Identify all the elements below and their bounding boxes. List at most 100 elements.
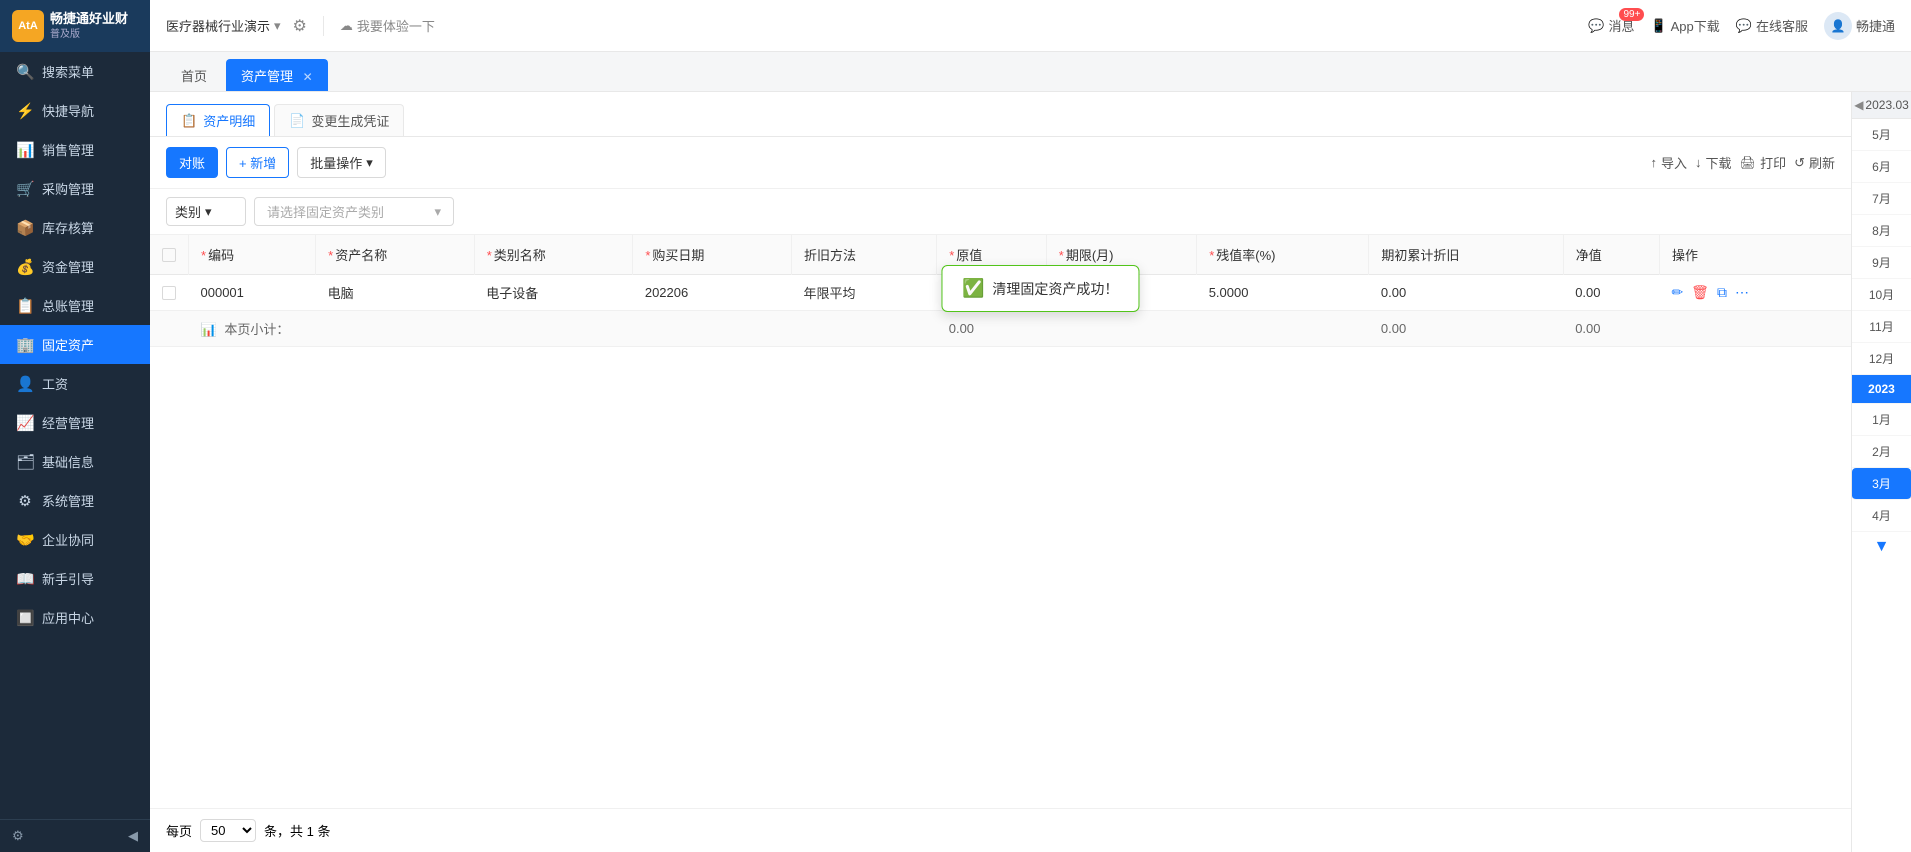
sidebar-item-base-info[interactable]: 🗂 基础信息 (0, 442, 150, 481)
cloud-icon: ☁ (340, 18, 353, 34)
import-button[interactable]: ↑ 导入 (1651, 153, 1688, 172)
user-menu[interactable]: 👤 畅捷通 (1824, 12, 1895, 40)
batch-ops-button[interactable]: 批量操作 ▾ (297, 147, 386, 178)
sidebar-item-inventory[interactable]: 📦 库存核算 (0, 208, 150, 247)
rs-month-6[interactable]: 6月 (1852, 151, 1911, 183)
cell-asset-name: 电脑 (316, 275, 475, 311)
sidebar-item-system[interactable]: ⚙ 系统管理 (0, 481, 150, 520)
cell-actions: ✏ 🗑 ⧉ ⋯ (1659, 275, 1851, 311)
sidebar-item-app-center[interactable]: 🔲 应用中心 (0, 598, 150, 637)
refresh-icon: ↺ (1794, 155, 1805, 171)
reconcile-button[interactable]: 对账 (166, 147, 218, 178)
sidebar-item-fixed-assets[interactable]: 🏢 固定资产 (0, 325, 150, 364)
sidebar-item-quick-nav[interactable]: ⚡ 快捷导航 (0, 91, 150, 130)
sidebar-item-cooperation[interactable]: 🤝 企业协同 (0, 520, 150, 559)
sidebar-item-ledger[interactable]: 📋 总账管理 (0, 286, 150, 325)
rs-month-4[interactable]: 4月 (1852, 500, 1911, 532)
print-icon: 🖨 (1740, 155, 1757, 171)
col-code: *编码 (189, 235, 316, 275)
rs-month-11[interactable]: 11月 (1852, 311, 1911, 343)
experience-button[interactable]: ☁ 我要体验一下 (340, 16, 435, 35)
quick-nav-icon: ⚡ (16, 102, 34, 120)
rs-scroll-down-icon[interactable]: ▼ (1852, 532, 1911, 562)
message-badge: 99+ (1619, 8, 1644, 21)
sidebar-item-operations[interactable]: 📈 经营管理 (0, 403, 150, 442)
online-service-button[interactable]: 💬 在线客服 (1736, 16, 1808, 35)
sidebar-item-purchase[interactable]: 🛒 采购管理 (0, 169, 150, 208)
rs-month-10[interactable]: 10月 (1852, 279, 1911, 311)
rs-month-1[interactable]: 1月 (1852, 404, 1911, 436)
cooperation-icon: 🤝 (16, 531, 34, 549)
sub-tab-asset-detail[interactable]: 📋 资产明细 (166, 104, 270, 136)
sidebar-item-funds[interactable]: 💰 资金管理 (0, 247, 150, 286)
download-icon: ↓ (1695, 155, 1702, 170)
message-icon: 💬 (1588, 18, 1604, 34)
col-purchase-date: *购买日期 (633, 235, 792, 275)
tab-bar: 首页 资产管理 ✕ (150, 52, 1911, 92)
rs-toggle-icon[interactable]: ◀ (1854, 98, 1863, 112)
table-container: ✅ 清理固定资产成功！ *编码 *资产名称 *类别名称 *购买日期 (150, 235, 1851, 808)
download-button[interactable]: ↓ 下载 (1695, 153, 1732, 172)
chevron-down-icon: ▾ (205, 204, 212, 220)
sidebar-bottom: ⚙ ◀ (0, 819, 150, 852)
app-center-icon: 🔲 (16, 609, 34, 627)
sub-tab-generate-voucher[interactable]: 📄 变更生成凭证 (274, 104, 404, 136)
page-size-select[interactable]: 50 10 20 100 (200, 819, 256, 842)
col-category-name: *类别名称 (474, 235, 633, 275)
rs-month-2[interactable]: 2月 (1852, 436, 1911, 468)
subtotal-row: 📊 本页小计： 0.00 0.00 0.00 (150, 311, 1851, 347)
sidebar-item-payroll[interactable]: 👤 工资 (0, 364, 150, 403)
app-download-button[interactable]: 📱 App下载 (1650, 16, 1719, 35)
topbar: 医疗器械行业演示 ▾ ⚙ ☁ 我要体验一下 💬 消息 99+ 📱 App下载 💬… (150, 0, 1911, 52)
new-button[interactable]: + 新增 (226, 147, 289, 178)
cell-purchase-date: 202206 (633, 275, 792, 311)
copy-icon[interactable]: ⧉ (1717, 284, 1727, 301)
asset-detail-icon: 📋 (181, 113, 197, 129)
settings-gear-icon[interactable]: ⚙ (293, 16, 307, 36)
more-icon[interactable]: ⋯ (1735, 284, 1749, 301)
system-icon: ⚙ (16, 492, 34, 510)
cell-initial-accum-dep: 0.00 (1369, 275, 1563, 311)
tab-asset-mgmt[interactable]: 资产管理 ✕ (226, 59, 328, 91)
edit-icon[interactable]: ✏ (1671, 284, 1683, 301)
right-sidebar: ◀ 2023.03 5月 6月 7月 8月 9月 10月 11月 12月 202… (1851, 92, 1911, 852)
delete-icon[interactable]: 🗑 (1691, 284, 1709, 301)
total-count: 条，共 1 条 (264, 821, 330, 840)
avatar: 👤 (1824, 12, 1852, 40)
refresh-button[interactable]: ↺ 刷新 (1794, 153, 1835, 172)
sidebar-item-search[interactable]: 🔍 搜索菜单 (0, 52, 150, 91)
category-filter-select[interactable]: 类别 ▾ (166, 197, 246, 226)
category-input[interactable]: 请选择固定资产类别 ▾ (254, 197, 454, 226)
col-asset-name: *资产名称 (316, 235, 475, 275)
settings-icon[interactable]: ⚙ (12, 828, 24, 844)
messages-button[interactable]: 💬 消息 99+ (1588, 16, 1634, 35)
select-all-checkbox[interactable] (162, 248, 176, 262)
collapse-icon[interactable]: ◀ (128, 828, 138, 844)
base-info-icon: 🗂 (16, 453, 34, 471)
tab-close-icon[interactable]: ✕ (303, 70, 313, 84)
sidebar-item-guide[interactable]: 📖 新手引导 (0, 559, 150, 598)
chevron-down-icon: ▾ (366, 155, 373, 171)
subtotal-initial-accum-dep: 0.00 (1369, 311, 1563, 347)
topbar-divider (323, 16, 324, 36)
sales-icon: 📊 (16, 141, 34, 159)
rs-month-5[interactable]: 5月 (1852, 119, 1911, 151)
rs-month-12[interactable]: 12月 (1852, 343, 1911, 375)
print-button[interactable]: 🖨 打印 (1740, 153, 1787, 172)
row-checkbox[interactable] (162, 286, 176, 300)
rs-month-8[interactable]: 8月 (1852, 215, 1911, 247)
rs-year-divider: 2023 (1852, 375, 1911, 404)
rs-month-9[interactable]: 9月 (1852, 247, 1911, 279)
col-actions: 操作 (1659, 235, 1851, 275)
company-selector[interactable]: 医疗器械行业演示 ▾ (166, 16, 281, 35)
tab-home[interactable]: 首页 (166, 59, 222, 91)
sidebar-item-sales[interactable]: 📊 销售管理 (0, 130, 150, 169)
sidebar-logo: AtA 畅捷通好业财 普及版 (0, 0, 150, 52)
logo-text: 畅捷通好业财 普及版 (50, 11, 128, 41)
subtotal-icon: 📊 (201, 322, 217, 337)
payroll-icon: 👤 (16, 375, 34, 393)
sidebar-nav: 🔍 搜索菜单 ⚡ 快捷导航 📊 销售管理 🛒 采购管理 📦 库存核算 💰 资金管… (0, 52, 150, 819)
cell-depreciation-method: 年限平均 (791, 275, 936, 311)
rs-month-3[interactable]: 3月 (1852, 468, 1911, 500)
rs-month-7[interactable]: 7月 (1852, 183, 1911, 215)
